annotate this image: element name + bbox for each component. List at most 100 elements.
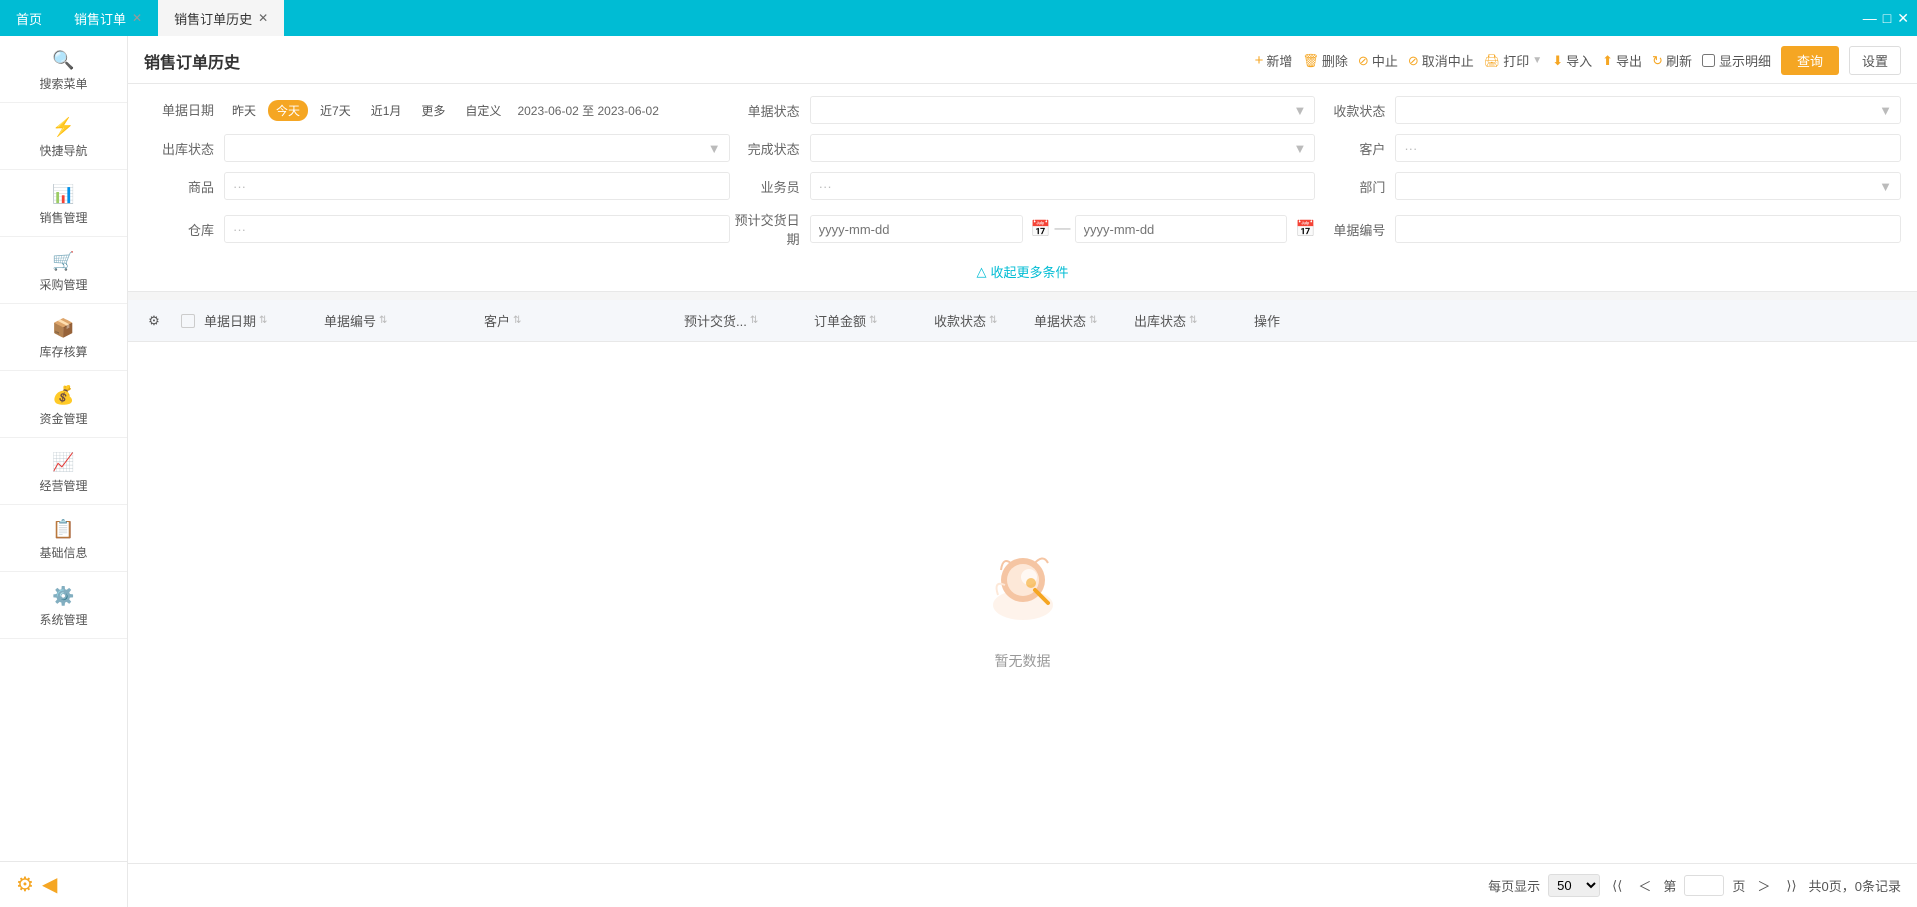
- chip-custom[interactable]: 自定义: [457, 100, 509, 121]
- chip-today[interactable]: 今天: [268, 100, 308, 121]
- display-toggle-checkbox[interactable]: [1702, 54, 1715, 67]
- inventory-icon: 📦: [52, 318, 74, 339]
- set-button[interactable]: 设置: [1849, 46, 1901, 75]
- tab-home[interactable]: 首页: [0, 0, 58, 36]
- warehouse-select[interactable]: ···: [224, 215, 730, 243]
- sidebar-item-search[interactable]: 🔍 搜索菜单: [0, 36, 127, 103]
- product-select[interactable]: ···: [224, 172, 730, 200]
- btn-import[interactable]: ⬇ 导入: [1552, 51, 1592, 70]
- business-icon: 📈: [52, 452, 74, 473]
- filter-panel: 单据日期 昨天 今天 近7天 近1月 更多 自定义 2023-06-02 至 2…: [128, 84, 1917, 292]
- sidebar-item-inventory[interactable]: 📦 库存核算: [0, 304, 127, 371]
- th-setting[interactable]: ⚙: [136, 313, 172, 329]
- customer-select[interactable]: ···: [1395, 134, 1901, 162]
- btn-cancel-stop[interactable]: ⊘ 取消中止: [1408, 51, 1474, 70]
- chip-7days[interactable]: 近7天: [312, 100, 359, 121]
- sidebar: 🔍 搜索菜单 ⚡ 快捷导航 📊 销售管理 🛒 采购管理 📦 库存核算 💰 资金管…: [0, 36, 128, 907]
- btn-print[interactable]: 🖨 打印 ▼: [1484, 51, 1542, 70]
- sidebar-bottom: ⚙ ◀: [0, 861, 127, 907]
- header-checkbox[interactable]: [181, 314, 195, 328]
- department-select[interactable]: ▼: [1395, 172, 1901, 200]
- filter-date-value: 昨天 今天 近7天 近1月 更多 自定义 2023-06-02 至 2023-0…: [224, 100, 730, 121]
- delivery-date-end[interactable]: [1075, 215, 1288, 243]
- sidebar-item-purchase[interactable]: 🛒 采购管理: [0, 237, 127, 304]
- cal-icon-2[interactable]: 📅: [1295, 219, 1315, 239]
- out-status-arrow: ▼: [708, 141, 721, 156]
- label-salesperson: 业务员: [730, 177, 810, 196]
- th-pay-status[interactable]: 收款状态 ⇅: [934, 311, 1034, 330]
- empty-text: 暂无数据: [995, 651, 1051, 671]
- btn-refresh[interactable]: ↻ 刷新: [1652, 51, 1692, 70]
- th-action: 操作: [1254, 311, 1909, 330]
- sidebar-item-finance[interactable]: 💰 资金管理: [0, 371, 127, 438]
- label-warehouse: 仓库: [144, 220, 224, 239]
- th-date[interactable]: 单据日期 ⇅: [204, 311, 324, 330]
- btn-export[interactable]: ⬆ 导出: [1602, 51, 1642, 70]
- th-customer[interactable]: 客户 ⇅: [484, 311, 684, 330]
- per-page-select[interactable]: 50 20 100: [1548, 874, 1600, 897]
- date-separator: —: [1055, 220, 1071, 238]
- out-status-select[interactable]: ▼: [224, 134, 730, 162]
- content-area: 销售订单历史 + 新增 🗑 删除 ⊘ 中止 ⊘ 取消中止: [128, 36, 1917, 907]
- order-number-input[interactable]: [1395, 215, 1901, 243]
- sales-icon: 📊: [52, 184, 74, 205]
- th-delivery[interactable]: 预计交货... ⇅: [684, 311, 814, 330]
- print-dropdown-icon[interactable]: ▼: [1532, 55, 1542, 66]
- sidebar-item-sales[interactable]: 📊 销售管理: [0, 170, 127, 237]
- basic-info-icon: 📋: [52, 519, 74, 540]
- next-page-btn[interactable]: ＞: [1753, 874, 1774, 897]
- chip-yesterday[interactable]: 昨天: [224, 100, 264, 121]
- sort-number-icon: ⇅: [379, 315, 387, 326]
- sort-pay-icon: ⇅: [989, 315, 997, 326]
- btn-delete[interactable]: 🗑 删除: [1302, 51, 1348, 70]
- close-btn[interactable]: ✕: [1897, 10, 1909, 27]
- th-number[interactable]: 单据编号 ⇅: [324, 311, 484, 330]
- maximize-btn[interactable]: □: [1883, 10, 1891, 26]
- first-page-btn[interactable]: ⟨⟨: [1608, 876, 1626, 896]
- page-title: 销售订单历史: [144, 49, 240, 73]
- filter-row-3: 商品 ··· 业务员 ··· 部门 ▼: [144, 172, 1901, 200]
- quicknav-icon: ⚡: [52, 117, 74, 138]
- th-amount[interactable]: 订单金额 ⇅: [814, 311, 934, 330]
- sidebar-item-business[interactable]: 📈 经营管理: [0, 438, 127, 505]
- sort-date-icon: ⇅: [259, 315, 267, 326]
- pay-status-select[interactable]: ▼: [1395, 96, 1901, 124]
- th-checkbox[interactable]: [172, 314, 204, 328]
- sidebar-item-quicknav[interactable]: ⚡ 快捷导航: [0, 103, 127, 170]
- chip-1month[interactable]: 近1月: [363, 100, 410, 121]
- minimize-btn[interactable]: —: [1863, 10, 1877, 26]
- filter-row-1: 单据日期 昨天 今天 近7天 近1月 更多 自定义 2023-06-02 至 2…: [144, 96, 1901, 124]
- prev-page-btn[interactable]: ＜: [1634, 874, 1655, 897]
- sidebar-settings-icon[interactable]: ⚙: [16, 872, 34, 897]
- close-tab-sales-order[interactable]: ✕: [132, 11, 142, 25]
- btn-add[interactable]: + 新增: [1255, 51, 1293, 70]
- delivery-date-start[interactable]: [810, 215, 1023, 243]
- purchase-icon: 🛒: [52, 251, 74, 272]
- th-order-status[interactable]: 单据状态 ⇅: [1034, 311, 1134, 330]
- tab-sales-history[interactable]: 销售订单历史 ✕: [158, 0, 284, 36]
- label-customer: 客户: [1315, 139, 1395, 158]
- label-department: 部门: [1315, 177, 1395, 196]
- sidebar-item-system[interactable]: ⚙️ 系统管理: [0, 572, 127, 639]
- page-input[interactable]: 1: [1684, 875, 1724, 896]
- sidebar-item-basic-info[interactable]: 📋 基础信息: [0, 505, 127, 572]
- top-bar: 首页 销售订单 ✕ 销售订单历史 ✕ — □ ✕: [0, 0, 1917, 36]
- collapse-row[interactable]: △ 收起更多条件: [144, 258, 1901, 287]
- filter-row-4: 仓库 ··· 预计交货日期 📅 — 📅 单据编号: [144, 210, 1901, 248]
- btn-stop[interactable]: ⊘ 中止: [1358, 51, 1398, 70]
- th-out-status[interactable]: 出库状态 ⇅: [1134, 311, 1254, 330]
- department-arrow: ▼: [1879, 179, 1892, 194]
- sidebar-collapse-icon[interactable]: ◀: [42, 872, 57, 897]
- date-selector: 昨天 今天 近7天 近1月 更多 自定义 2023-06-02 至 2023-0…: [224, 100, 730, 121]
- order-status-select[interactable]: ▼: [810, 96, 1316, 124]
- complete-status-arrow: ▼: [1293, 141, 1306, 156]
- close-tab-sales-history[interactable]: ✕: [258, 11, 268, 25]
- salesperson-select[interactable]: ···: [810, 172, 1316, 200]
- cal-icon-1[interactable]: 📅: [1031, 219, 1051, 239]
- complete-status-select[interactable]: ▼: [810, 134, 1316, 162]
- tab-sales-order[interactable]: 销售订单 ✕: [58, 0, 158, 36]
- chip-more[interactable]: 更多: [413, 100, 453, 121]
- query-button[interactable]: 查询: [1781, 46, 1839, 75]
- date-range: 2023-06-02 至 2023-06-02: [517, 102, 658, 119]
- last-page-btn[interactable]: ⟩⟩: [1782, 876, 1800, 896]
